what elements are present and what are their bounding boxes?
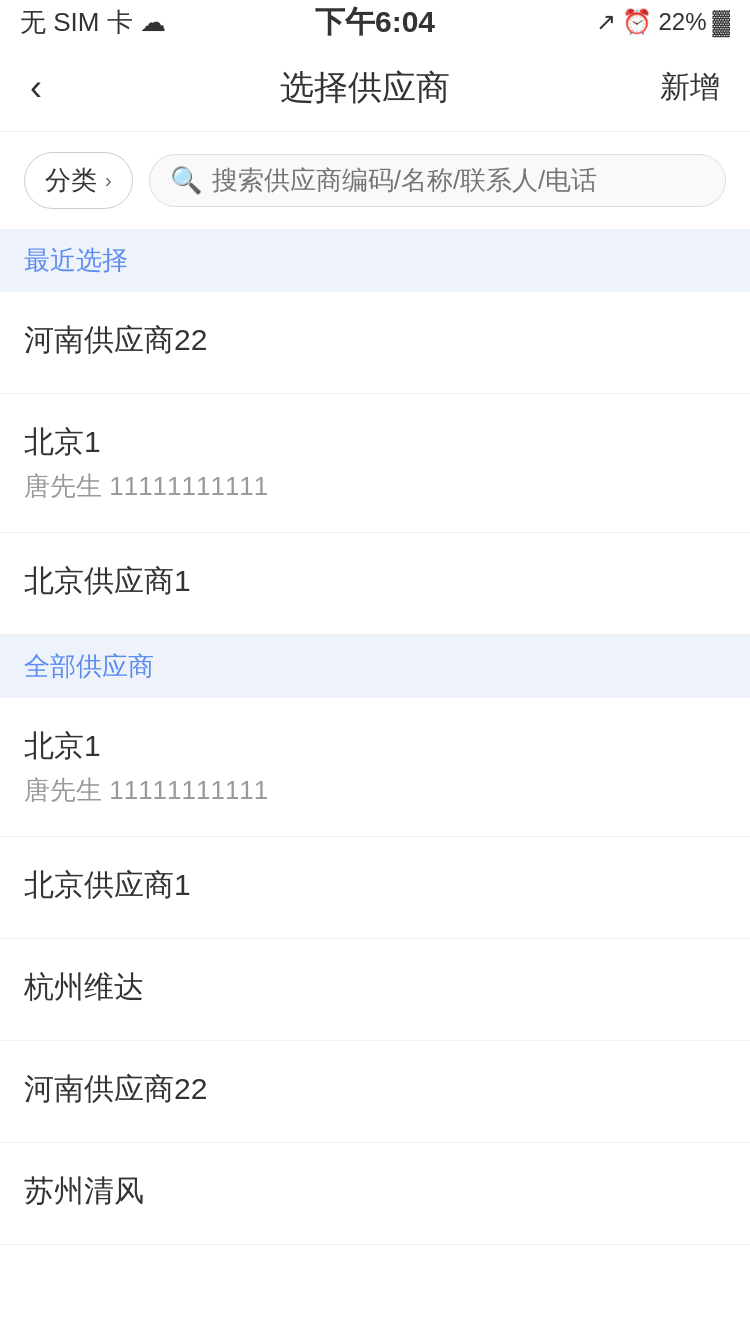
- search-icon: 🔍: [170, 165, 202, 196]
- all-section-header: 全部供应商: [0, 635, 750, 698]
- battery-level: 22%: [658, 8, 706, 36]
- page-title: 选择供应商: [280, 65, 450, 111]
- status-right: ↗ ⏰ 22% ▓: [596, 8, 730, 36]
- list-item[interactable]: 北京供应商1: [0, 533, 750, 635]
- item-name: 北京1: [24, 726, 726, 767]
- status-bar: 无 SIM 卡 ☁ 下午6:04 ↗ ⏰ 22% ▓: [0, 0, 750, 44]
- search-box: 🔍: [149, 154, 726, 207]
- status-time: 下午6:04: [315, 2, 435, 43]
- chevron-right-icon: ›: [105, 169, 112, 192]
- location-icon: ↗: [596, 8, 616, 36]
- all-list: 北京1 唐先生 11111111111 北京供应商1 杭州维达河南供应商22 苏州清风: [0, 698, 750, 1245]
- item-sub: 唐先生 11111111111: [24, 773, 726, 808]
- status-left: 无 SIM 卡 ☁: [20, 5, 166, 40]
- search-input[interactable]: [212, 165, 705, 196]
- alarm-icon: ⏰: [622, 8, 652, 36]
- category-filter[interactable]: 分类 ›: [24, 152, 133, 209]
- back-button[interactable]: ‹: [30, 67, 90, 109]
- recent-list: 河南供应商22 北京1 唐先生 11111111111 北京供应商1: [0, 292, 750, 635]
- item-name: 北京1: [24, 422, 726, 463]
- item-name: 北京供应商1: [24, 865, 726, 906]
- sim-status: 无 SIM 卡 ☁: [20, 5, 166, 40]
- category-label: 分类: [45, 163, 97, 198]
- item-sub: 唐先生 11111111111: [24, 469, 726, 504]
- item-name: 河南供应商22: [24, 320, 726, 361]
- list-item[interactable]: 河南供应商22: [0, 292, 750, 394]
- battery-icon: ▓: [713, 8, 731, 36]
- recent-section-header: 最近选择: [0, 229, 750, 292]
- nav-bar: ‹ 选择供应商 新增: [0, 44, 750, 132]
- list-item[interactable]: 河南供应商22: [0, 1041, 750, 1143]
- list-item[interactable]: 北京1 唐先生 11111111111: [0, 698, 750, 837]
- list-item[interactable]: 苏州清风: [0, 1143, 750, 1245]
- list-item[interactable]: 北京供应商1: [0, 837, 750, 939]
- list-item[interactable]: 杭州维达: [0, 939, 750, 1041]
- item-name: 杭州维达: [24, 967, 726, 1008]
- filter-bar: 分类 › 🔍: [0, 132, 750, 229]
- add-button[interactable]: 新增: [640, 67, 720, 108]
- item-name: 北京供应商1: [24, 561, 726, 602]
- item-name: 河南供应商22: [24, 1069, 726, 1110]
- item-name: 苏州清风: [24, 1171, 726, 1212]
- list-item[interactable]: 北京1 唐先生 11111111111: [0, 394, 750, 533]
